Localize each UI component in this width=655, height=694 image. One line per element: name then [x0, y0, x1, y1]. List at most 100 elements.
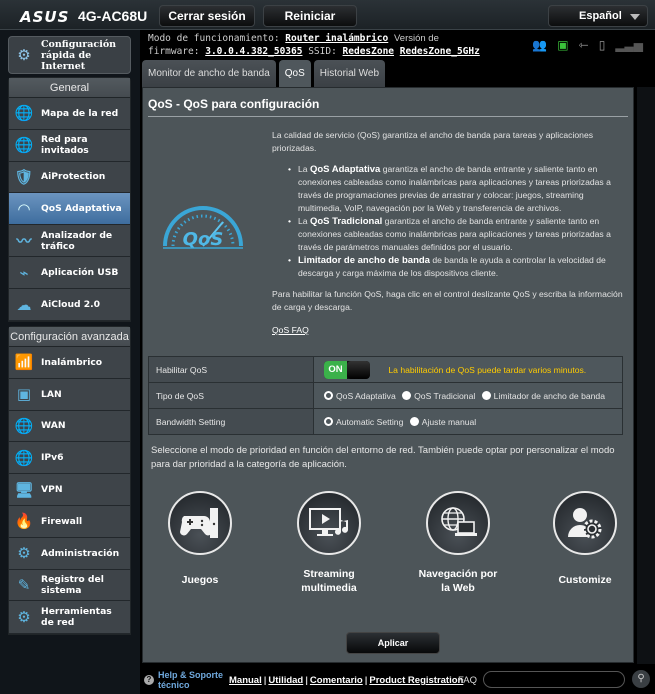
- tab-bar: Monitor de ancho de banda QoS Historial …: [142, 60, 388, 87]
- help-support[interactable]: ? Help & Soporte técnico: [144, 670, 228, 690]
- enable-hint: Para habilitar la función QoS, haga clic…: [272, 289, 623, 312]
- language-value: Español: [579, 10, 622, 22]
- qos-description: La calidad de servicio (QoS) garantiza e…: [272, 129, 627, 337]
- sidebar-item-firewall[interactable]: 🔥 Firewall: [9, 505, 130, 538]
- tab-qos[interactable]: QoS: [278, 60, 311, 87]
- list-item: La QoS Tradicional garantiza el ancho de…: [288, 215, 627, 254]
- sidebar-item-network-tools[interactable]: ⚙ Herramientas de red: [9, 601, 130, 634]
- network-icon[interactable]: ▣: [557, 38, 568, 52]
- sidebar-item-network-map[interactable]: 🌐 Mapa de la red: [9, 98, 130, 130]
- search-icon[interactable]: ⚲: [632, 670, 650, 688]
- mode-label: Juegos: [181, 574, 219, 586]
- mode-customize[interactable]: Customize: [525, 488, 645, 587]
- sidebar-item-lan[interactable]: ▣ LAN: [9, 378, 130, 411]
- sidebar: ⚙ Configuración rápida de Internet Gener…: [0, 30, 140, 694]
- qos-faq-link[interactable]: QoS FAQ: [272, 324, 309, 337]
- intro-text: La calidad de servicio (QoS) garantiza e…: [272, 130, 594, 153]
- sidebar-item-vpn[interactable]: 🖥 VPN: [9, 474, 130, 506]
- lan-icon: ▣: [16, 385, 32, 404]
- network-map-icon: 🌐: [14, 104, 34, 123]
- radio-bandwidth-limiter[interactable]: [481, 391, 491, 401]
- qos-logo-text: QoS: [183, 229, 224, 250]
- gamepad-icon: [168, 491, 232, 555]
- sidebar-item-aicloud[interactable]: ☁ AiCloud 2.0: [9, 289, 130, 321]
- mode-web-browsing[interactable]: Navegación por la Web: [398, 488, 518, 595]
- toggle-knob: [347, 360, 370, 379]
- enable-qos-label: Habilitar QoS: [148, 356, 314, 383]
- guest-network-icon: 🌐: [14, 136, 34, 155]
- radio-traditional-qos[interactable]: [402, 391, 412, 401]
- reboot-button[interactable]: Reiniciar: [263, 5, 357, 27]
- enable-qos-toggle[interactable]: ON: [324, 360, 370, 379]
- radio-adaptive-qos[interactable]: [324, 391, 333, 401]
- signal-icon[interactable]: ▂▃▅: [615, 38, 643, 52]
- clients-icon[interactable]: 👥: [532, 38, 547, 52]
- sidebar-item-system-log[interactable]: ✎ Registro del sistema: [9, 569, 130, 602]
- qos-gauge-logo: QoS: [163, 206, 243, 250]
- tab-bandwidth-monitor[interactable]: Monitor de ancho de banda: [142, 60, 276, 87]
- product-registration-link[interactable]: Product Registration: [369, 675, 463, 686]
- mode-value-link[interactable]: Router inalámbrico: [285, 33, 388, 44]
- logout-button[interactable]: Cerrar sesión: [159, 5, 255, 27]
- cloud-icon: ☁: [16, 295, 32, 314]
- right-gutter: [637, 87, 655, 664]
- top-bar: ASUS 4G-AC68U Cerrar sesión Reiniciar Es…: [0, 0, 655, 30]
- language-select[interactable]: Español: [548, 5, 648, 27]
- network-tools-icon: ⚙: [17, 607, 31, 626]
- sim-icon[interactable]: ▯: [599, 38, 606, 52]
- media-streaming-icon: [297, 491, 361, 555]
- traffic-analyzer-icon: 〰: [16, 232, 32, 251]
- enable-warning: La habilitación de QoS puede tardar vari…: [388, 364, 587, 375]
- sidebar-item-usb-application[interactable]: ⌁ Aplicación USB: [9, 257, 130, 290]
- mode-media-streaming[interactable]: Streaming multimedia: [269, 488, 389, 595]
- sidebar-item-administration[interactable]: ⚙ Administración: [9, 537, 130, 570]
- shield-lock-icon: 🛡: [14, 167, 34, 186]
- help-question-icon: ?: [144, 675, 154, 685]
- radio-automatic-setting[interactable]: [324, 417, 333, 427]
- footer-links: Manual | Utilidad | Comentario | Product Regis…: [229, 675, 464, 686]
- faq-search-input[interactable]: [483, 671, 625, 688]
- firmware-value-link[interactable]: 3.0.0.4.382_50365: [205, 46, 302, 57]
- system-log-icon: ✎: [17, 575, 31, 594]
- ssid-5g-link[interactable]: RedesZone_5GHz: [400, 46, 480, 57]
- mode-label: Streaming multimedia: [301, 568, 357, 594]
- status-icons: 👥 ▣ ⇽ ▯ ▂▃▅: [532, 38, 643, 52]
- web-browsing-icon: [426, 491, 490, 555]
- feedback-link[interactable]: Comentario: [310, 675, 363, 686]
- sidebar-item-aiprotection[interactable]: 🛡 AiProtection: [9, 161, 130, 194]
- sidebar-item-traffic-analyzer[interactable]: 〰 Analizador de tráfico: [9, 225, 130, 258]
- quick-internet-setup[interactable]: ⚙ Configuración rápida de Internet: [8, 36, 131, 74]
- ssid-2g-link[interactable]: RedesZone: [343, 46, 394, 57]
- mode-gaming[interactable]: Juegos: [140, 488, 260, 587]
- tab-web-history[interactable]: Historial Web: [313, 60, 386, 87]
- sidebar-item-wan[interactable]: 🌐 WAN: [9, 410, 130, 443]
- advanced-heading: Configuración avanzada: [9, 327, 130, 347]
- asus-logo: ASUS: [20, 8, 70, 26]
- footer: ? Help & Soporte técnico Manual | Utilidad…: [140, 664, 655, 694]
- sidebar-item-guest-network[interactable]: 🌐 Red para invitados: [9, 129, 130, 162]
- page-title: QoS - QoS para configuración: [148, 97, 320, 111]
- sidebar-advanced-group: Configuración avanzada 📶 Inalámbrico ▣ L…: [8, 326, 131, 635]
- version-label: Versión de: [393, 33, 439, 44]
- quick-setup-label: Configuración rápida de Internet: [41, 38, 117, 72]
- utility-link[interactable]: Utilidad: [268, 675, 303, 686]
- general-heading: General: [9, 78, 130, 98]
- table-row: Tipo de QoS QoS Adaptativa QoS Tradicion…: [148, 382, 623, 409]
- priority-description: Seleccione el modo de prioridad en funci…: [151, 445, 615, 470]
- radio-manual-setting[interactable]: [409, 417, 419, 427]
- bandwidth-setting-label: Bandwidth Setting: [148, 408, 314, 435]
- mode-label: Customize: [558, 574, 612, 586]
- globe-icon: 🌐: [14, 416, 34, 435]
- qos-settings-table: Habilitar QoS ON La habilitación de QoS …: [148, 356, 623, 435]
- vpn-icon: 🖥: [14, 480, 34, 499]
- sidebar-item-wireless[interactable]: 📶 Inalámbrico: [9, 347, 130, 379]
- usb-app-icon: ⌁: [19, 263, 29, 282]
- apply-button[interactable]: Aplicar: [346, 632, 440, 654]
- sidebar-general-group: General 🌐 Mapa de la red 🌐 Red para invi…: [8, 77, 131, 322]
- chevron-down-icon: [630, 14, 640, 20]
- sidebar-item-ipv6[interactable]: 🌐 IPv6: [9, 442, 130, 475]
- faq-label: FAQ: [458, 675, 478, 686]
- usb-icon[interactable]: ⇽: [579, 38, 589, 52]
- sidebar-item-adaptive-qos[interactable]: ◠ QoS Adaptativa: [9, 193, 130, 226]
- manual-link[interactable]: Manual: [229, 675, 262, 686]
